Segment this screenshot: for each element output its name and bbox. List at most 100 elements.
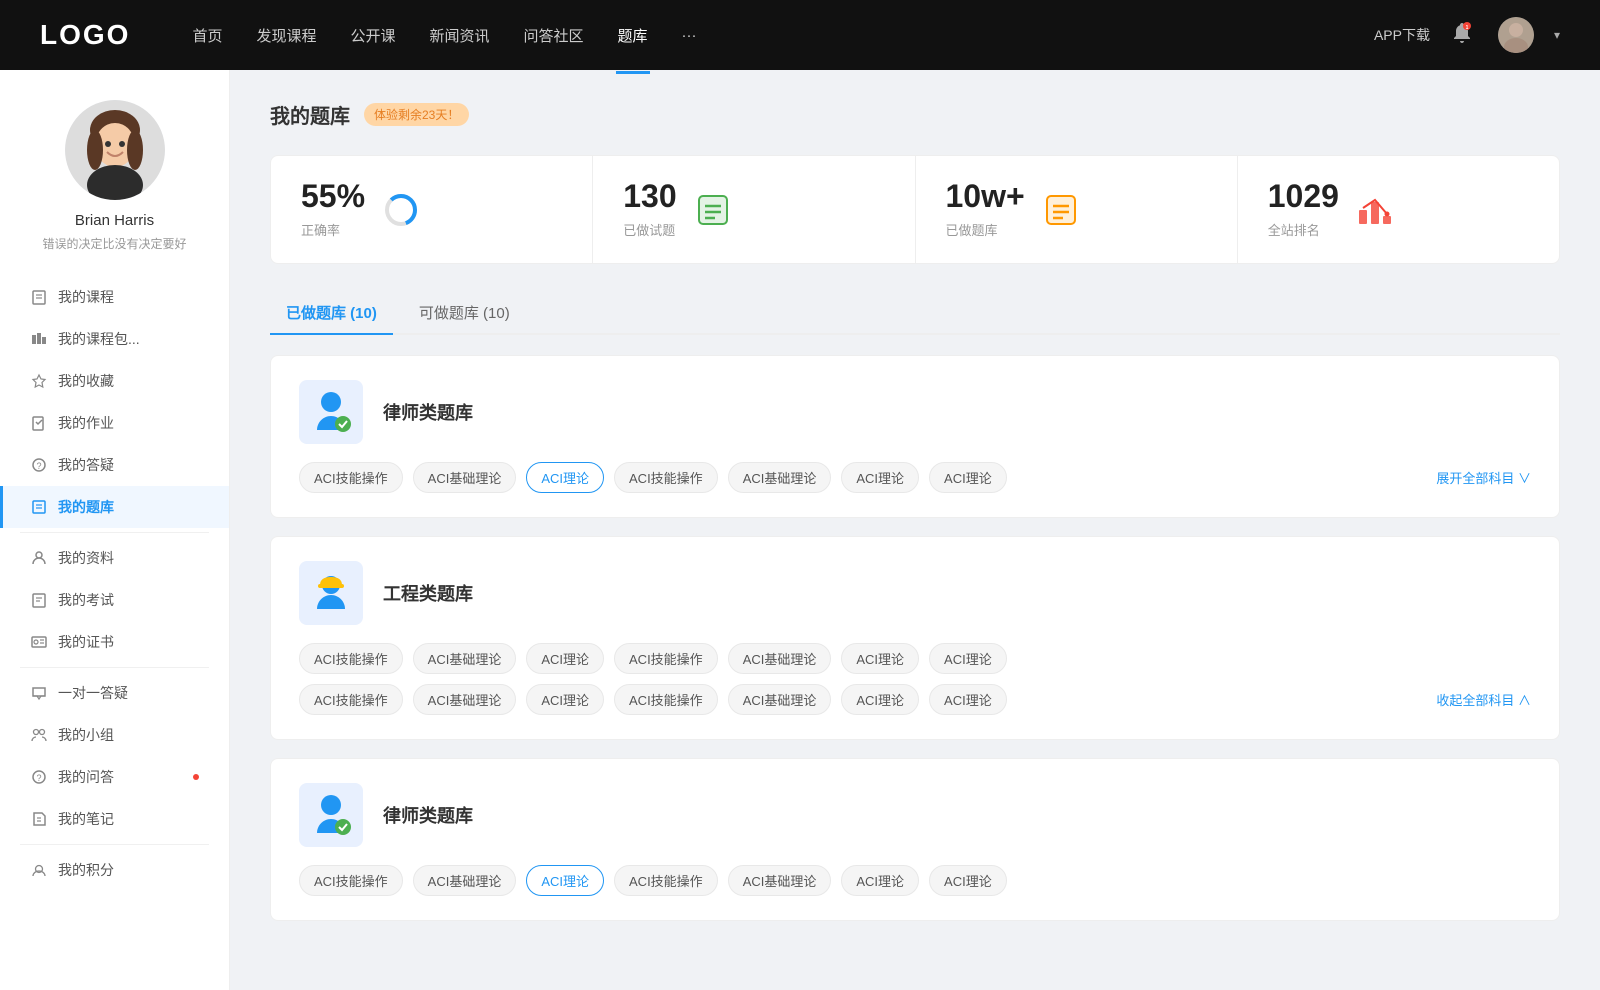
- sidebar-menu: 我的课程 我的课程包... 我的收藏 我的作业: [0, 276, 229, 891]
- nav-more[interactable]: ···: [680, 23, 699, 48]
- bank-engineer-name: 工程类题库: [383, 580, 473, 606]
- notes-label: 我的笔记: [58, 809, 114, 829]
- stat-banks-text: 10w+ 已做题库: [946, 180, 1025, 239]
- my-qa-label: 我的问答: [58, 767, 114, 787]
- lawyer1-icon: [299, 380, 363, 444]
- sidebar-item-one-on-one[interactable]: 一对一答疑: [0, 672, 229, 714]
- qa-label: 我的答疑: [58, 455, 114, 475]
- points-label: 我的积分: [58, 860, 114, 880]
- notification-bell[interactable]: 1: [1450, 21, 1478, 49]
- stat-banks-label: 已做题库: [946, 220, 1025, 239]
- sidebar-item-my-qa[interactable]: ? 我的问答: [0, 756, 229, 798]
- nav-question-bank[interactable]: 题库: [616, 21, 650, 50]
- sidebar-item-points[interactable]: 我的积分: [0, 849, 229, 891]
- stat-ranking-label: 全站排名: [1268, 220, 1339, 239]
- tag-item[interactable]: ACI理论: [841, 865, 919, 896]
- collapse-link-engineer[interactable]: 收起全部科目 ∧: [1436, 690, 1531, 709]
- tag-item[interactable]: ACI理论: [526, 643, 604, 674]
- sidebar-item-exams[interactable]: 我的考试: [0, 579, 229, 621]
- logo[interactable]: LOGO: [40, 19, 130, 51]
- profile-info-icon: [30, 549, 48, 567]
- page-header: 我的题库 体验剩余23天！: [270, 100, 1560, 129]
- nav-discover[interactable]: 发现课程: [254, 21, 318, 50]
- svg-text:1: 1: [1466, 25, 1469, 31]
- sidebar-item-profile-info[interactable]: 我的资料: [0, 537, 229, 579]
- sidebar-item-courses[interactable]: 我的课程: [0, 276, 229, 318]
- sidebar-item-qa[interactable]: ? 我的答疑: [0, 444, 229, 486]
- user-avatar[interactable]: [1498, 17, 1534, 53]
- user-dropdown-arrow[interactable]: ▾: [1554, 28, 1560, 42]
- courses-icon: [30, 288, 48, 306]
- questions-icon: [693, 190, 733, 230]
- nav-qa[interactable]: 问答社区: [522, 21, 586, 50]
- tag-item[interactable]: ACI技能操作: [614, 684, 718, 715]
- tag-item[interactable]: ACI基础理论: [413, 684, 517, 715]
- certificates-icon: [30, 633, 48, 651]
- sidebar-item-notes[interactable]: 我的笔记: [0, 798, 229, 840]
- tag-item[interactable]: ACI基础理论: [728, 865, 832, 896]
- tag-item[interactable]: ACI基础理论: [413, 462, 517, 493]
- points-icon: [30, 861, 48, 879]
- tag-item[interactable]: ACI基础理论: [728, 684, 832, 715]
- expand-link-lawyer1[interactable]: 展开全部科目 ∨: [1436, 468, 1531, 487]
- nav-home[interactable]: 首页: [190, 21, 224, 50]
- stat-ranking: 1029 全站排名: [1238, 156, 1559, 263]
- certificates-label: 我的证书: [58, 632, 114, 652]
- tag-item-selected[interactable]: ACI理论: [526, 462, 604, 493]
- qa-badge: [193, 774, 199, 780]
- tag-item[interactable]: ACI理论: [929, 684, 1007, 715]
- nav-open-course[interactable]: 公开课: [348, 21, 397, 50]
- tag-item[interactable]: ACI理论: [929, 643, 1007, 674]
- tag-item[interactable]: ACI技能操作: [299, 643, 403, 674]
- bank-lawyer1-name: 律师类题库: [383, 399, 473, 425]
- tab-available[interactable]: 可做题库 (10): [403, 292, 526, 333]
- tag-item[interactable]: ACI技能操作: [299, 462, 403, 493]
- tag-item[interactable]: ACI理论: [841, 643, 919, 674]
- tag-item[interactable]: ACI技能操作: [614, 462, 718, 493]
- profile-name: Brian Harris: [75, 212, 154, 229]
- profile-info-label: 我的资料: [58, 548, 114, 568]
- app-download-button[interactable]: APP下载: [1374, 25, 1430, 45]
- tag-item[interactable]: ACI理论: [841, 684, 919, 715]
- tag-item[interactable]: ACI基础理论: [728, 462, 832, 493]
- sidebar-item-question-bank[interactable]: 我的题库: [0, 486, 229, 528]
- tag-item[interactable]: ACI技能操作: [614, 643, 718, 674]
- question-bank-icon: [30, 498, 48, 516]
- tag-item[interactable]: ACI理论: [929, 462, 1007, 493]
- stat-questions-text: 130 已做试题: [623, 180, 676, 239]
- tag-item[interactable]: ACI理论: [929, 865, 1007, 896]
- tab-done[interactable]: 已做题库 (10): [270, 292, 393, 333]
- bank-card-lawyer2: 律师类题库 ACI技能操作 ACI基础理论 ACI理论 ACI技能操作 ACI基…: [270, 758, 1560, 921]
- stat-banks-value: 10w+: [946, 180, 1025, 212]
- my-qa-icon: ?: [30, 768, 48, 786]
- tag-item[interactable]: ACI理论: [526, 684, 604, 715]
- sidebar-item-favorites[interactable]: 我的收藏: [0, 360, 229, 402]
- sidebar-item-homework[interactable]: 我的作业: [0, 402, 229, 444]
- bank-card-engineer: 工程类题库 ACI技能操作 ACI基础理论 ACI理论 ACI技能操作 ACI基…: [270, 536, 1560, 740]
- tag-item-selected[interactable]: ACI理论: [526, 865, 604, 896]
- nav-news[interactable]: 新闻资讯: [428, 21, 492, 50]
- tag-item[interactable]: ACI技能操作: [614, 865, 718, 896]
- tag-item[interactable]: ACI技能操作: [299, 865, 403, 896]
- tag-item[interactable]: ACI基础理论: [728, 643, 832, 674]
- sidebar-item-group[interactable]: 我的小组: [0, 714, 229, 756]
- main-nav: 首页 发现课程 公开课 新闻资讯 问答社区 题库 ···: [190, 21, 1374, 50]
- stat-questions-label: 已做试题: [623, 220, 676, 239]
- tag-item[interactable]: ACI基础理论: [413, 865, 517, 896]
- tag-item[interactable]: ACI理论: [841, 462, 919, 493]
- group-icon: [30, 726, 48, 744]
- tag-item[interactable]: ACI基础理论: [413, 643, 517, 674]
- bank-card-lawyer2-header: 律师类题库: [299, 783, 1531, 847]
- notes-icon: [30, 810, 48, 828]
- qa-icon: ?: [30, 456, 48, 474]
- course-packages-label: 我的课程包...: [58, 329, 140, 349]
- tag-item[interactable]: ACI技能操作: [299, 684, 403, 715]
- stat-ranking-value: 1029: [1268, 180, 1339, 212]
- group-label: 我的小组: [58, 725, 114, 745]
- sidebar-divider-1: [20, 532, 209, 533]
- sidebar-item-certificates[interactable]: 我的证书: [0, 621, 229, 663]
- stat-ranking-text: 1029 全站排名: [1268, 180, 1339, 239]
- course-packages-icon: [30, 330, 48, 348]
- sidebar-item-course-packages[interactable]: 我的课程包...: [0, 318, 229, 360]
- stat-questions-done: 130 已做试题: [593, 156, 915, 263]
